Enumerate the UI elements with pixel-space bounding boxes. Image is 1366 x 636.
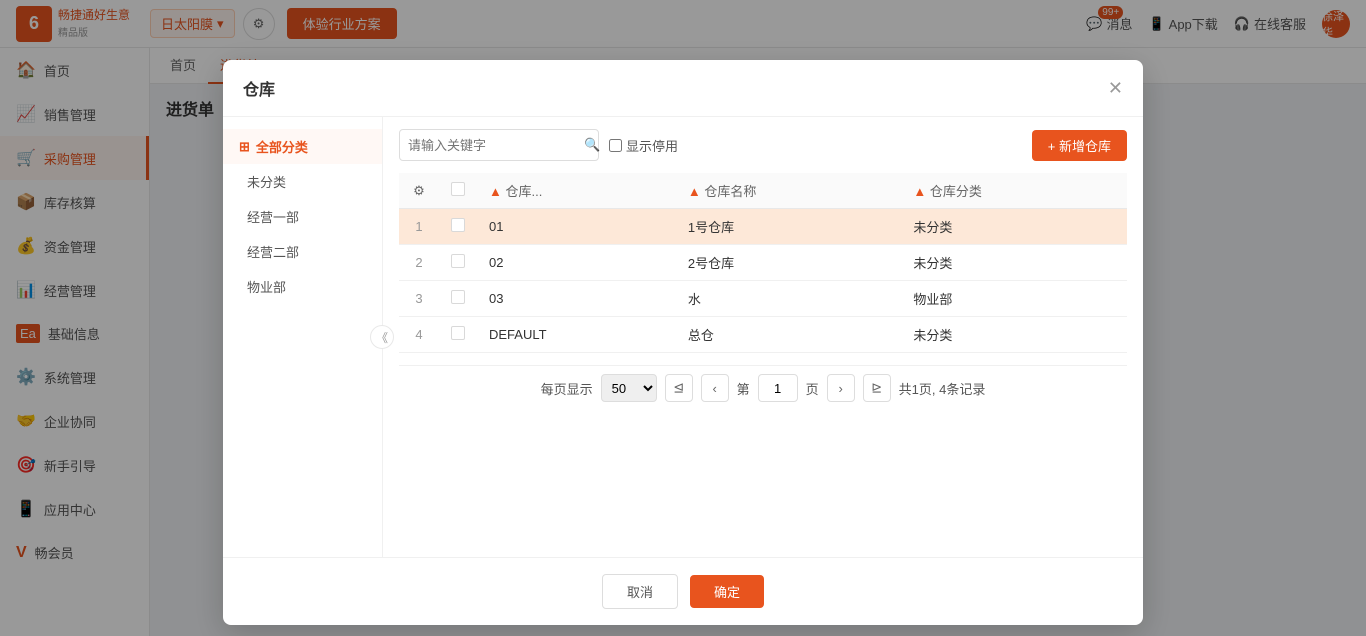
row-code: 02 xyxy=(477,245,676,281)
table-header-row: ⚙ ▲ 仓库... ▲ 仓库名称 ▲ 仓库分类 xyxy=(399,173,1127,209)
row-checkbox[interactable] xyxy=(451,254,465,268)
warehouse-dialog: 仓库 ✕ ⊞ 全部分类 未分类 经营一部 经营二部 物业部 《 xyxy=(223,60,1143,625)
row-category: 未分类 xyxy=(901,245,1127,281)
search-input[interactable] xyxy=(408,138,584,153)
pagination: 每页显示 50 100 ⊴ ‹ 第 页 › ⊵ 共1页, 4条记录 xyxy=(399,365,1127,402)
confirm-button[interactable]: 确定 xyxy=(690,575,764,608)
row-category: 未分类 xyxy=(901,209,1127,245)
search-icon: 🔍 xyxy=(584,137,600,153)
dialog-body: ⊞ 全部分类 未分类 经营一部 经营二部 物业部 《 🔍 xyxy=(223,117,1143,557)
table-header: ⚙ ▲ 仓库... ▲ 仓库名称 ▲ 仓库分类 xyxy=(399,173,1127,209)
show-disabled-label[interactable]: 显示停用 xyxy=(609,136,678,155)
dialog-title: 仓库 xyxy=(243,76,275,100)
row-checkbox[interactable] xyxy=(451,218,465,232)
row-name: 总仓 xyxy=(676,317,902,353)
row-checkbox-cell xyxy=(439,317,477,353)
all-categories[interactable]: ⊞ 全部分类 xyxy=(223,129,382,164)
row-name: 2号仓库 xyxy=(676,245,902,281)
col-settings: ⚙ xyxy=(399,173,439,209)
cancel-button[interactable]: 取消 xyxy=(602,574,678,609)
row-category: 未分类 xyxy=(901,317,1127,353)
search-bar: 🔍 显示停用 + 新增仓库 xyxy=(399,129,1127,161)
select-all-checkbox[interactable] xyxy=(451,182,465,196)
col-name: ▲ 仓库名称 xyxy=(676,173,902,209)
category-item-uncategorized[interactable]: 未分类 xyxy=(223,164,382,199)
col-checkbox xyxy=(439,173,477,209)
row-name: 水 xyxy=(676,281,902,317)
row-checkbox[interactable] xyxy=(451,326,465,340)
row-category: 物业部 xyxy=(901,281,1127,317)
category-item-ops2[interactable]: 经营二部 xyxy=(223,234,382,269)
col-category: ▲ 仓库分类 xyxy=(901,173,1127,209)
total-info: 共1页, 4条记录 xyxy=(899,379,986,398)
table-row[interactable]: 4 DEFAULT 总仓 未分类 xyxy=(399,317,1127,353)
prev-page-button[interactable]: ‹ xyxy=(701,374,729,402)
col-code: ▲ 仓库... xyxy=(477,173,676,209)
category-item-property[interactable]: 物业部 xyxy=(223,269,382,304)
row-num: 2 xyxy=(399,245,439,281)
last-page-button[interactable]: ⊵ xyxy=(863,374,891,402)
row-checkbox-cell xyxy=(439,281,477,317)
row-checkbox-cell xyxy=(439,209,477,245)
row-num: 4 xyxy=(399,317,439,353)
row-num: 1 xyxy=(399,209,439,245)
show-disabled-checkbox[interactable] xyxy=(609,139,622,152)
dialog-close-button[interactable]: ✕ xyxy=(1108,78,1123,99)
page-suffix: 页 xyxy=(806,379,819,398)
page-number-input[interactable] xyxy=(758,374,798,402)
dialog-footer: 取消 确定 xyxy=(223,557,1143,625)
category-panel: ⊞ 全部分类 未分类 经营一部 经营二部 物业部 《 xyxy=(223,117,383,557)
category-item-ops1[interactable]: 经营一部 xyxy=(223,199,382,234)
row-code: 01 xyxy=(477,209,676,245)
table-body: 1 01 1号仓库 未分类 2 02 2号仓库 未分类 3 xyxy=(399,209,1127,353)
table-row[interactable]: 3 03 水 物业部 xyxy=(399,281,1127,317)
dialog-header: 仓库 ✕ xyxy=(223,60,1143,117)
next-page-button[interactable]: › xyxy=(827,374,855,402)
collapse-panel-button[interactable]: 《 xyxy=(370,325,394,349)
grid-icon: ⊞ xyxy=(239,139,250,155)
table-panel: 🔍 显示停用 + 新增仓库 ⚙ ▲ 仓库. xyxy=(383,117,1143,557)
page-label: 第 xyxy=(737,379,750,398)
warehouse-table: ⚙ ▲ 仓库... ▲ 仓库名称 ▲ 仓库分类 xyxy=(399,173,1127,353)
per-page-select[interactable]: 50 100 xyxy=(601,374,657,402)
per-page-label: 每页显示 xyxy=(541,379,593,398)
add-warehouse-button[interactable]: + 新增仓库 xyxy=(1032,130,1127,161)
first-page-button[interactable]: ⊴ xyxy=(665,374,693,402)
table-row[interactable]: 1 01 1号仓库 未分类 xyxy=(399,209,1127,245)
table-row[interactable]: 2 02 2号仓库 未分类 xyxy=(399,245,1127,281)
row-name: 1号仓库 xyxy=(676,209,902,245)
search-input-wrap: 🔍 xyxy=(399,129,599,161)
row-num: 3 xyxy=(399,281,439,317)
row-checkbox[interactable] xyxy=(451,290,465,304)
row-code: DEFAULT xyxy=(477,317,676,353)
row-checkbox-cell xyxy=(439,245,477,281)
row-code: 03 xyxy=(477,281,676,317)
